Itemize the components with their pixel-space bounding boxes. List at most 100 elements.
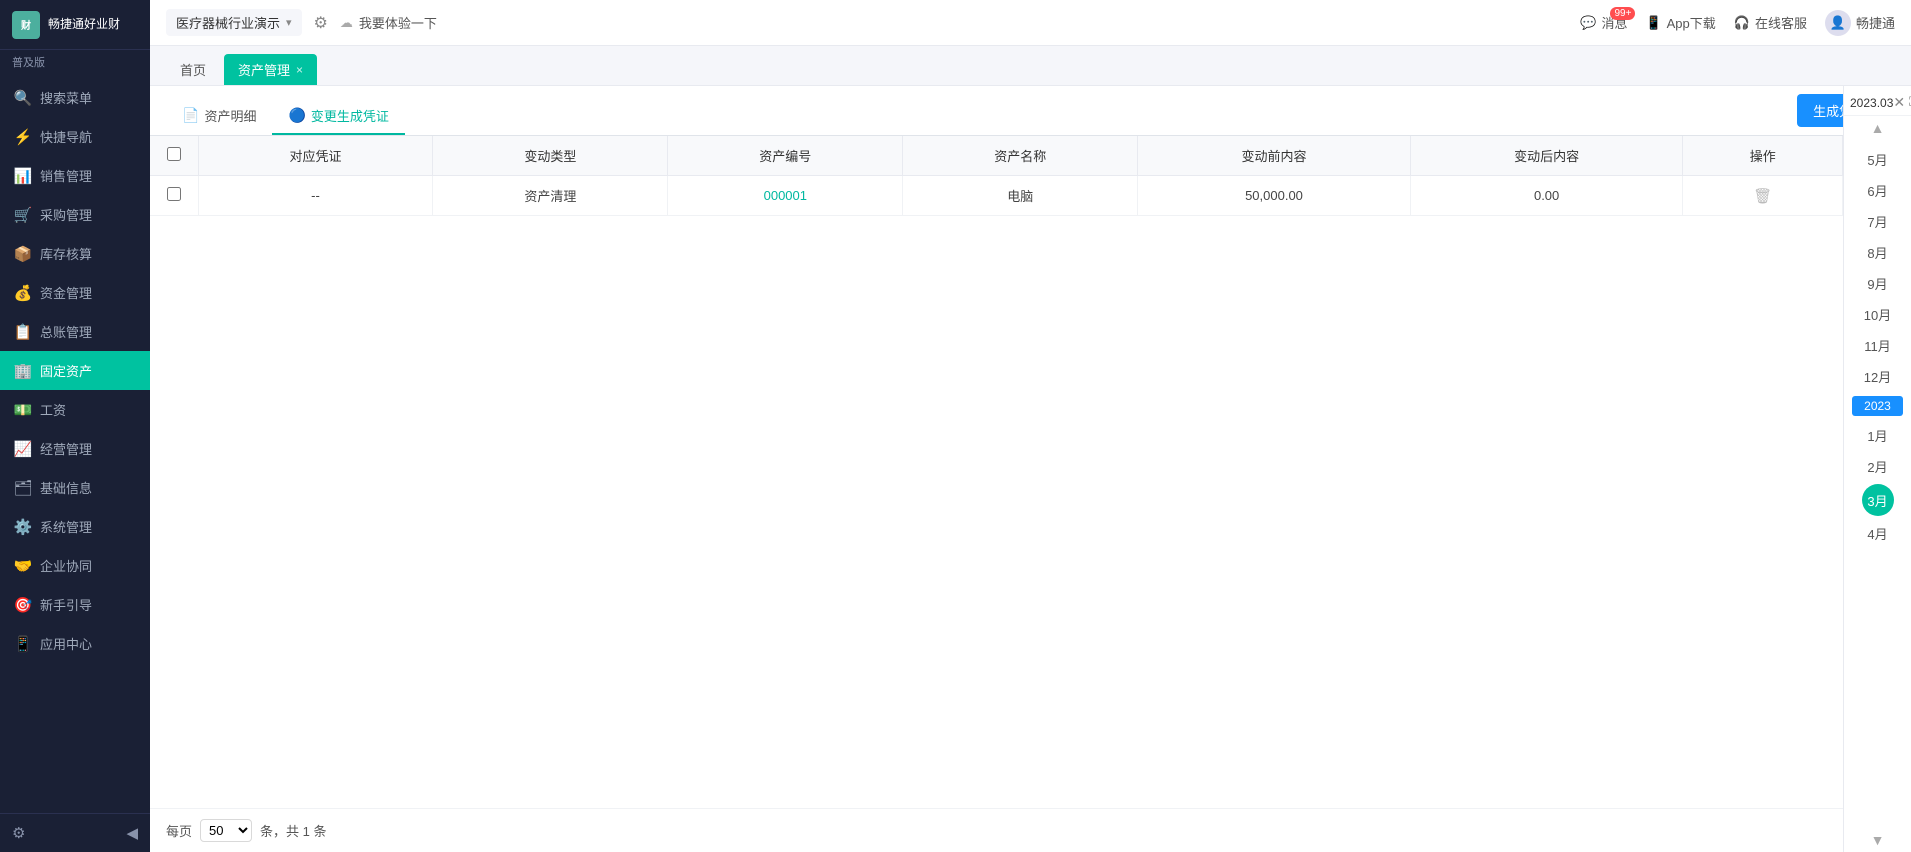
- sidebar-label-sales: 销售管理: [40, 166, 92, 185]
- settings-icon[interactable]: ⚙: [314, 13, 328, 33]
- right-panel-header: 2023.03 ✕ ⛶: [1844, 86, 1911, 116]
- scroll-up-btn[interactable]: ▲: [1844, 116, 1911, 140]
- sidebar-nav: 🔍 搜索菜单 ⚡ 快捷导航 📊 销售管理 🛒采购管理 📦 库存核算 💰资金管理📋总账管理 🏢 固定资产…: [0, 78, 150, 813]
- experience-btn[interactable]: ☁ 我要体验一下: [340, 13, 437, 32]
- customer-service-btn[interactable]: 🎧 在线客服: [1734, 13, 1807, 32]
- tab-home-label: 首页: [180, 60, 206, 79]
- sidebar-item-appstore[interactable]: 📱应用中心: [0, 624, 150, 663]
- row-before-content: 50,000.00: [1138, 176, 1411, 216]
- month-item[interactable]: 10月: [1844, 299, 1911, 330]
- month-item[interactable]: 12月: [1844, 361, 1911, 392]
- row-change-type: 资产清理: [433, 176, 668, 216]
- row-after-content: 0.00: [1410, 176, 1683, 216]
- message-icon: 💬: [1580, 15, 1596, 31]
- per-page-label: 每页: [166, 821, 192, 840]
- app-download-btn[interactable]: 📱 App下载: [1645, 13, 1715, 32]
- sidebar-label-inventory: 库存核算: [40, 244, 92, 263]
- experience-text: 我要体验一下: [359, 13, 437, 32]
- scroll-down-btn[interactable]: ▼: [1844, 828, 1911, 852]
- close-icon[interactable]: ✕: [1893, 94, 1905, 111]
- username-label: 畅捷通: [1856, 13, 1895, 32]
- topbar: 医疗器械行业演示 ▾ ⚙ ☁ 我要体验一下 💬 消息 99+ 📱 App下载 🎧…: [150, 0, 1911, 46]
- month-item[interactable]: 8月: [1844, 237, 1911, 268]
- company-name: 医疗器械行业演示: [176, 13, 280, 32]
- row-asset-name: 电脑: [903, 176, 1138, 216]
- month-item[interactable]: 6月: [1844, 175, 1911, 206]
- sidebar-label-ledger: 总账管理: [40, 322, 92, 341]
- sidebar-label-quicknav: 快捷导航: [40, 127, 92, 146]
- sidebar-item-salary[interactable]: 💵工资: [0, 390, 150, 429]
- collapse-icon[interactable]: ◀: [126, 824, 138, 842]
- cloud-icon: ☁: [340, 15, 353, 31]
- pagination-bar: 每页 102050100 条，共 1 条: [150, 808, 1843, 852]
- document-icon: 📄: [182, 107, 199, 124]
- month-item[interactable]: 4月: [1844, 518, 1911, 549]
- sidebar-item-operations[interactable]: 📈 经营管理: [0, 429, 150, 468]
- sidebar-label-operations: 经营管理: [40, 439, 92, 458]
- table-header-checkbox: [150, 136, 198, 176]
- sidebar-item-funds[interactable]: 💰资金管理: [0, 273, 150, 312]
- user-btn[interactable]: 👤 畅捷通: [1825, 10, 1895, 36]
- sidebar-item-search[interactable]: 🔍 搜索菜单: [0, 78, 150, 117]
- data-table: 对应凭证 变动类型 资产编号 资产名称 变动前内容 变动后内容 操作 -- 资产…: [150, 136, 1843, 216]
- per-page-select[interactable]: 102050100: [200, 819, 252, 842]
- sidebar-item-purchase[interactable]: 🛒采购管理: [0, 195, 150, 234]
- col-asset-code: 资产编号: [668, 136, 903, 176]
- main-area: 医疗器械行业演示 ▾ ⚙ ☁ 我要体验一下 💬 消息 99+ 📱 App下载 🎧…: [150, 0, 1911, 852]
- month-item[interactable]: 7月: [1844, 206, 1911, 237]
- sidebar-item-collab[interactable]: 🤝企业协同: [0, 546, 150, 585]
- quicknav-icon: ⚡: [14, 128, 32, 146]
- sidebar-label-baseinfo: 基础信息: [40, 478, 92, 497]
- col-before: 变动前内容: [1138, 136, 1411, 176]
- month-item[interactable]: 11月: [1844, 330, 1911, 361]
- fixedassets-icon: 🏢: [14, 362, 32, 380]
- sidebar-item-quicknav[interactable]: ⚡ 快捷导航: [0, 117, 150, 156]
- month-list: 5月6月7月8月9月10月11月12月20231月2月3月4月: [1844, 140, 1911, 828]
- table-area: 对应凭证 变动类型 资产编号 资产名称 变动前内容 变动后内容 操作 -- 资产…: [150, 136, 1843, 808]
- sidebar-item-inventory[interactable]: 📦 库存核算: [0, 234, 150, 273]
- settings-icon[interactable]: ⚙: [12, 824, 25, 842]
- row-checkbox[interactable]: [167, 187, 181, 201]
- delete-icon[interactable]: 🗑: [1753, 188, 1772, 205]
- tab-close-icon[interactable]: ×: [296, 63, 303, 77]
- sub-tab-asset-detail[interactable]: 📄 资产明细: [166, 98, 272, 135]
- month-item[interactable]: 5月: [1844, 144, 1911, 175]
- sidebar-logo: 财 畅捷通好业财: [0, 0, 150, 50]
- topbar-right: 💬 消息 99+ 📱 App下载 🎧 在线客服 👤 畅捷通: [1580, 10, 1895, 36]
- messages-btn[interactable]: 💬 消息 99+: [1580, 13, 1627, 32]
- guide-icon: 🎯: [14, 596, 32, 614]
- sub-tabs: 📄 资产明细 🔵 变更生成凭证: [150, 98, 1843, 136]
- month-item[interactable]: 3月: [1862, 484, 1894, 516]
- month-item[interactable]: 9月: [1844, 268, 1911, 299]
- sidebar-item-sales[interactable]: 📊 销售管理: [0, 156, 150, 195]
- sidebar-item-baseinfo[interactable]: 🗂基础信息: [0, 468, 150, 507]
- sidebar-label-collab: 企业协同: [40, 556, 92, 575]
- table-row: -- 资产清理 000001 电脑 50,000.00 0.00 🗑: [150, 176, 1843, 216]
- sidebar-label-fixedassets: 固定资产: [40, 361, 92, 380]
- app-download-label: App下载: [1667, 13, 1716, 32]
- sidebar-label-purchase: 采购管理: [40, 205, 92, 224]
- month-item[interactable]: 2月: [1844, 451, 1911, 482]
- month-item[interactable]: 1月: [1844, 420, 1911, 451]
- funds-icon: 💰: [14, 284, 32, 302]
- sidebar-item-fixedassets[interactable]: 🏢 固定资产: [0, 351, 150, 390]
- sidebar-label-search: 搜索菜单: [40, 88, 92, 107]
- tab-home[interactable]: 首页: [166, 54, 220, 85]
- search-icon: 🔍: [14, 89, 32, 107]
- chevron-down-icon: ▾: [286, 16, 292, 29]
- logo-text: 畅捷通好业财: [48, 17, 120, 33]
- inventory-icon: 📦: [14, 245, 32, 263]
- sub-tab-change-voucher[interactable]: 🔵 变更生成凭证: [272, 98, 404, 135]
- headset-icon: 🎧: [1734, 15, 1750, 31]
- tab-asset-management[interactable]: 资产管理 ×: [224, 54, 317, 85]
- operations-icon: 📈: [14, 440, 32, 458]
- sales-icon: 📊: [14, 167, 32, 185]
- sidebar-item-system[interactable]: ⚙️系统管理: [0, 507, 150, 546]
- sidebar-item-ledger[interactable]: 📋总账管理: [0, 312, 150, 351]
- generate-voucher-button[interactable]: 生成凭证 ▼: [1797, 94, 1843, 127]
- sidebar-item-guide[interactable]: 🎯新手引导: [0, 585, 150, 624]
- col-action: 操作: [1683, 136, 1843, 176]
- select-all-checkbox[interactable]: [167, 147, 181, 161]
- edition-label: 普及版: [0, 50, 150, 78]
- company-selector[interactable]: 医疗器械行业演示 ▾: [166, 9, 302, 36]
